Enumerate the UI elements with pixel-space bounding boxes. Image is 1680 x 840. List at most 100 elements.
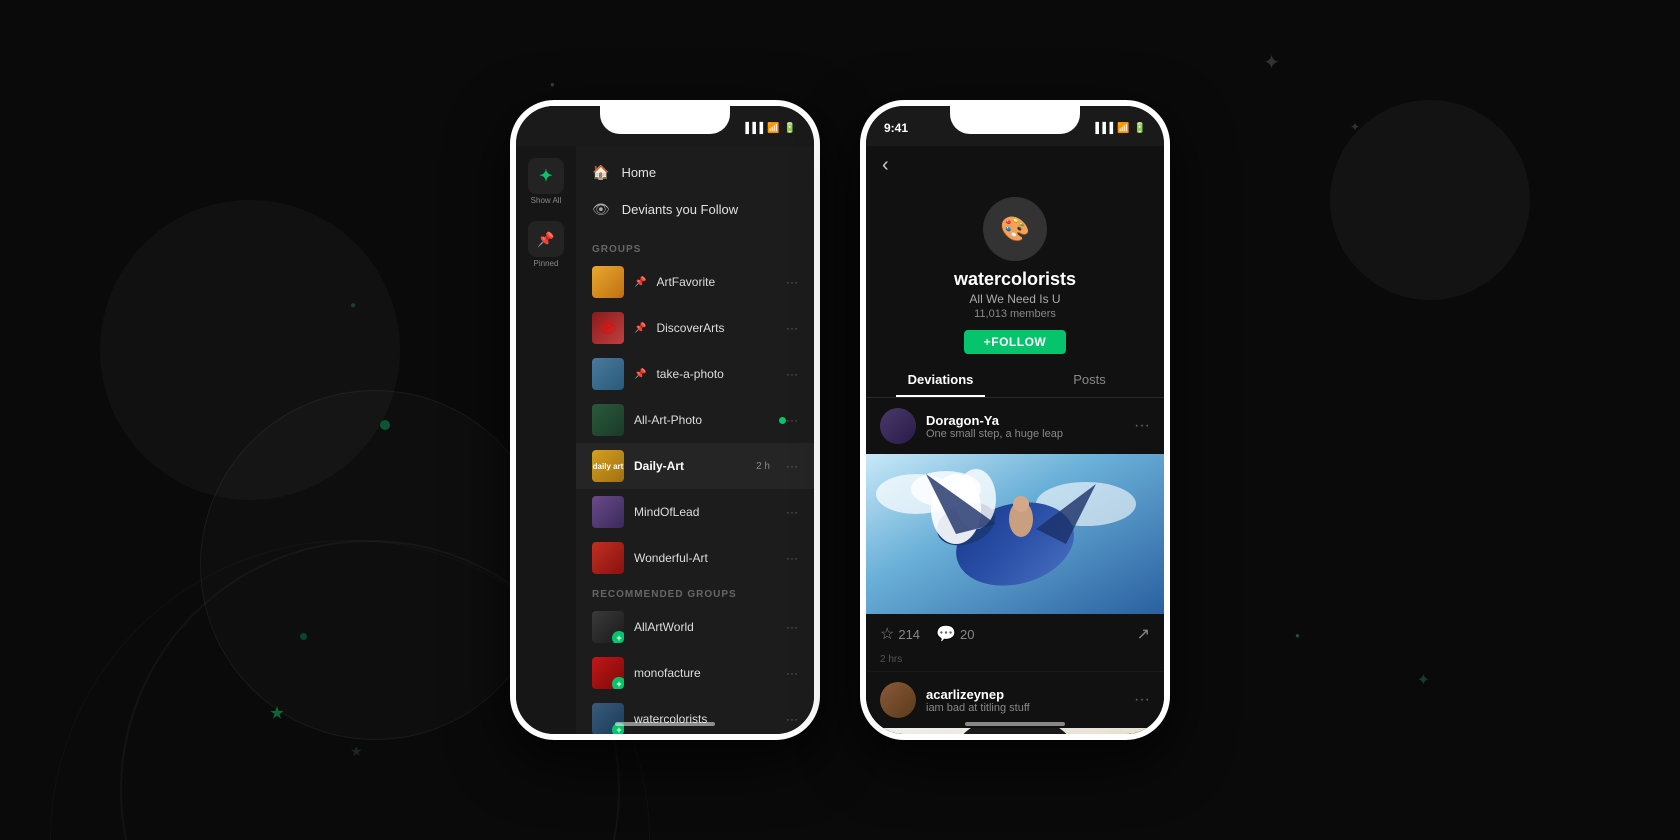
post-2-avatar — [880, 682, 916, 718]
group-more-mindoflead[interactable]: ··· — [786, 505, 798, 519]
star-icon: ☆ — [880, 624, 894, 644]
group-more-watercolorists[interactable]: ··· — [786, 712, 798, 726]
group-item-wonderfulart[interactable]: Wonderful-Art ··· — [576, 535, 814, 581]
post-2-author: acarlizeynep iam bad at titling stuff — [926, 687, 1124, 714]
profile-section: 🎨 watercolorists All We Need Is U 11,013… — [866, 181, 1164, 362]
right-status-time: 9:41 — [884, 121, 908, 135]
r-battery-icon: 🔋 — [1134, 123, 1146, 134]
post-2-more[interactable]: ··· — [1134, 691, 1150, 709]
post-item-1: Doragon-Ya One small step, a huge leap ·… — [866, 398, 1164, 672]
nav-items: 🏠 Home 👁 Deviants you Follow — [576, 146, 814, 236]
comment-button-1[interactable]: 💬 20 — [936, 624, 974, 644]
right-phone-content: ‹ 🎨 watercolorists All We Need Is U 11,0… — [866, 146, 1164, 734]
tabs-row: Deviations Posts — [866, 362, 1164, 398]
group-avatar-allartphoto — [592, 404, 624, 436]
left-sidebar: ✦ Show All 📌 Pinned — [516, 146, 576, 734]
left-main-feed: 🏠 Home 👁 Deviants you Follow GROUPS 📌 — [576, 146, 814, 734]
nav-deviants-follow[interactable]: 👁 Deviants you Follow — [576, 191, 814, 228]
group-avatar-artfavorite — [592, 266, 624, 298]
tab-posts[interactable]: Posts — [1015, 362, 1164, 397]
right-home-bar — [965, 722, 1065, 726]
group-name-allartworld: AllArtWorld — [634, 620, 776, 634]
nav-home[interactable]: 🏠 Home — [576, 154, 814, 191]
pinned-label: Pinned — [534, 259, 559, 268]
group-item-mindoflead[interactable]: MindOfLead ··· — [576, 489, 814, 535]
group-avatar-wonderfulart — [592, 542, 624, 574]
add-icon-allartworld: + — [612, 631, 624, 643]
home-icon: 🏠 — [592, 164, 609, 181]
post-1-actions: ☆ 214 💬 20 ↗ — [866, 614, 1164, 654]
group-more-dailyart[interactable]: ··· — [786, 459, 798, 473]
group-avatar-mindoflead — [592, 496, 624, 528]
group-name-dailyart: Daily-Art — [634, 459, 746, 473]
feed-section: Doragon-Ya One small step, a huge leap ·… — [866, 398, 1164, 734]
group-name-discoverarts: DiscoverArts — [656, 321, 776, 335]
group-more-wonderfulart[interactable]: ··· — [786, 551, 798, 565]
follow-button[interactable]: +FOLLOW — [964, 330, 1067, 354]
left-phone-content: ✦ Show All 📌 Pinned 🏠 Home 👁 — [516, 146, 814, 734]
right-phone-notch — [950, 106, 1080, 134]
group-avatar-allartworld: + — [592, 611, 624, 643]
share-button-1[interactable]: ↗ — [1137, 624, 1150, 644]
group-name-wonderfulart: Wonderful-Art — [634, 551, 776, 565]
post-1-avatar — [880, 408, 916, 444]
group-avatar-dailyart: daily art — [592, 450, 624, 482]
group-name-takeaphoto: take-a-photo — [656, 367, 776, 381]
group-item-allartworld[interactable]: + AllArtWorld ··· — [576, 604, 814, 650]
right-status-icons: ▐▐▐ 📶 🔋 — [1092, 123, 1146, 134]
group-name-mindoflead: MindOfLead — [634, 505, 776, 519]
pin-icon[interactable]: 📌 — [528, 221, 564, 257]
battery-icon: 🔋 — [784, 123, 796, 134]
group-more-allartworld[interactable]: ··· — [786, 620, 798, 634]
group-item-takeaphoto[interactable]: 📌 take-a-photo ··· — [576, 351, 814, 397]
post-1-subtitle: One small step, a huge leap — [926, 428, 1124, 440]
deviantart-logo[interactable]: ✦ — [528, 158, 564, 194]
group-item-dailyart[interactable]: daily art Daily-Art 2 h ··· — [576, 443, 814, 489]
group-more-artfavorite[interactable]: ··· — [786, 275, 798, 289]
back-button[interactable]: ‹ — [882, 154, 889, 177]
post-2-image — [866, 728, 1164, 734]
group-more-takeaphoto[interactable]: ··· — [786, 367, 798, 381]
show-all-label: Show All — [531, 196, 562, 205]
group-name-monofacture: monofacture — [634, 666, 776, 680]
group-item-discoverarts[interactable]: 👁 📌 DiscoverArts ··· — [576, 305, 814, 351]
post-1-time: 2 hrs — [866, 654, 1164, 671]
eye-icon: 👁 — [592, 201, 610, 218]
like-button-1[interactable]: ☆ 214 — [880, 624, 920, 644]
wifi-icon: 📶 — [767, 123, 779, 134]
group-more-allartphoto[interactable]: ··· — [786, 413, 798, 427]
group-avatar-discoverarts: 👁 — [592, 312, 624, 344]
tab-deviations[interactable]: Deviations — [866, 362, 1015, 397]
post-1-more[interactable]: ··· — [1134, 417, 1150, 435]
pin-small-icon2: 📌 — [634, 323, 646, 334]
phones-container: ▐▐▐ 📶 🔋 ✦ Show All 📌 Pinned — [0, 0, 1680, 840]
group-item-watercolorists-sidebar[interactable]: + watercolorists ··· — [576, 696, 814, 734]
comment-count-1: 20 — [960, 627, 974, 642]
group-name-artfavorite: ArtFavorite — [656, 275, 776, 289]
sidebar-pinned-wrap[interactable]: 📌 Pinned — [528, 221, 564, 268]
profile-avatar: 🎨 — [983, 197, 1047, 261]
group-avatar-monofacture: + — [592, 657, 624, 689]
post-1-header: Doragon-Ya One small step, a huge leap ·… — [866, 398, 1164, 454]
recommended-section-header: RECOMMENDED GROUPS — [576, 581, 814, 604]
post-1-image — [866, 454, 1164, 614]
group-avatar-watercolorists: + — [592, 703, 624, 734]
home-label: Home — [621, 165, 656, 180]
right-phone-header: ‹ — [866, 146, 1164, 181]
comment-icon: 💬 — [936, 624, 956, 644]
profile-members: 11,013 members — [974, 308, 1056, 320]
group-item-artfavorite[interactable]: 📌 ArtFavorite ··· — [576, 259, 814, 305]
left-home-bar — [615, 722, 715, 726]
group-more-discoverarts[interactable]: ··· — [786, 321, 798, 335]
group-dot-allartphoto — [779, 417, 786, 424]
like-count-1: 214 — [898, 627, 920, 642]
left-status-time — [534, 121, 537, 135]
add-icon-monofacture: + — [612, 677, 624, 689]
group-name-allartphoto: All-Art-Photo — [634, 413, 776, 427]
left-phone: ▐▐▐ 📶 🔋 ✦ Show All 📌 Pinned — [510, 100, 820, 740]
group-item-allartphoto[interactable]: All-Art-Photo ··· — [576, 397, 814, 443]
sidebar-logo-wrap[interactable]: ✦ Show All — [528, 158, 564, 205]
group-item-monofacture[interactable]: + monofacture ··· — [576, 650, 814, 696]
group-more-monofacture[interactable]: ··· — [786, 666, 798, 680]
left-status-icons: ▐▐▐ 📶 🔋 — [742, 123, 796, 134]
